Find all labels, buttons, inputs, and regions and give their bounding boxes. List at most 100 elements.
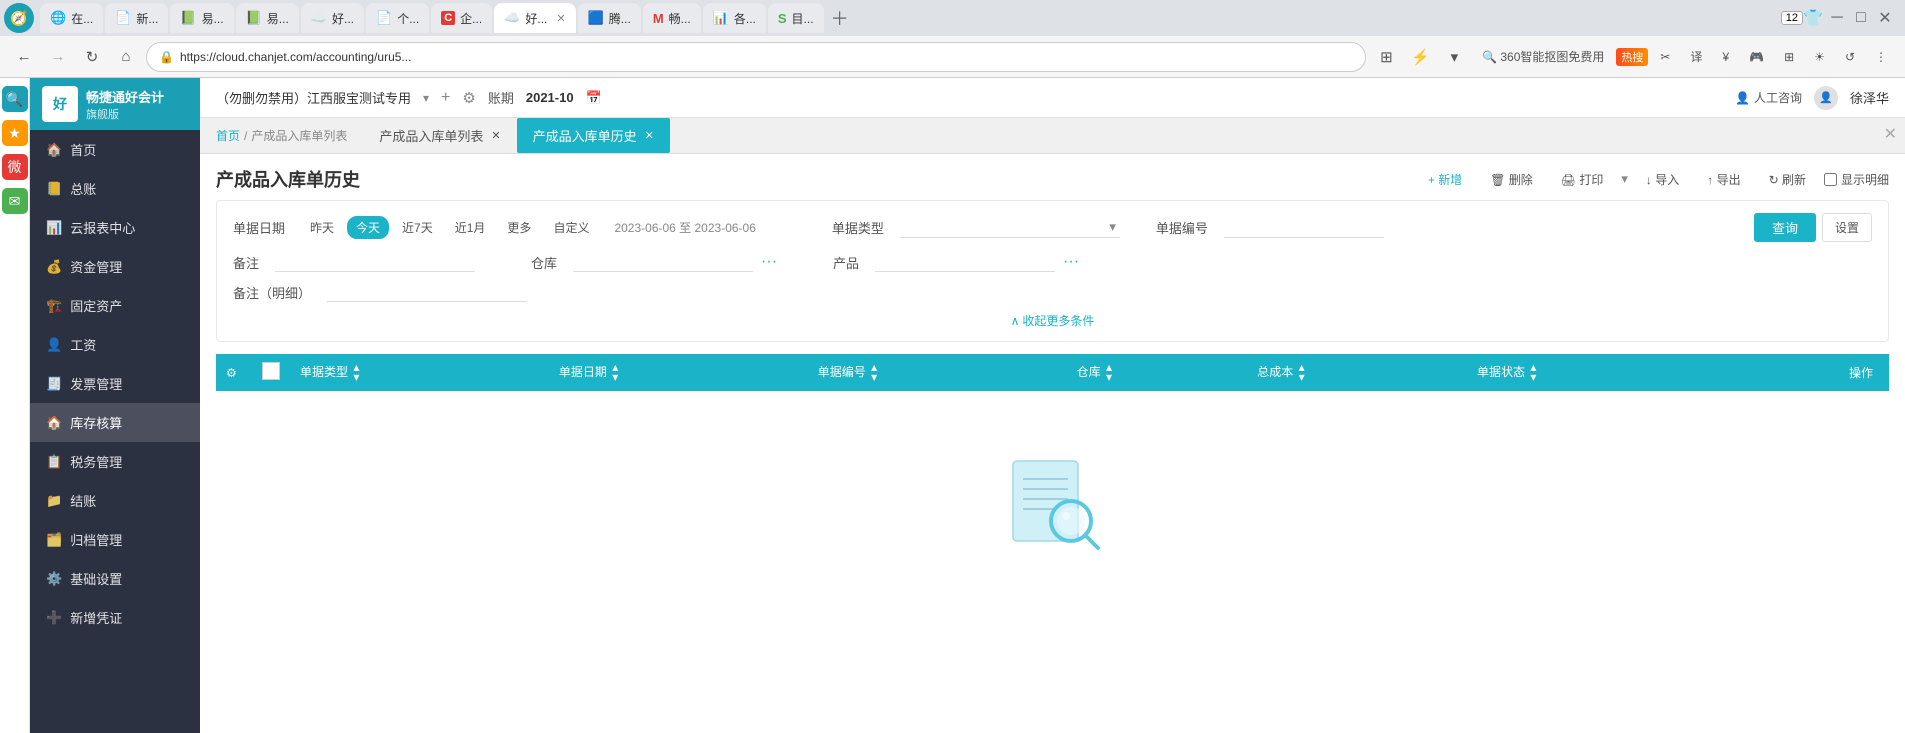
- browser-tab-10[interactable]: M 畅...: [643, 3, 701, 33]
- browser-tab-9[interactable]: 🟦 腾...: [578, 3, 641, 33]
- warehouse-dots[interactable]: ···: [761, 253, 777, 271]
- breadcrumb-home[interactable]: 首页: [216, 127, 240, 144]
- add-button[interactable]: + 新增: [1418, 167, 1472, 192]
- tab-list-close[interactable]: ✕: [491, 129, 500, 142]
- lightning-icon[interactable]: ⚡: [1406, 43, 1434, 71]
- close-panel-btn[interactable]: ✕: [1884, 124, 1897, 144]
- product-select[interactable]: ···: [875, 252, 1079, 272]
- col-voucher-date[interactable]: 单据日期 ▴▾: [549, 354, 808, 391]
- sidebar-item-tax[interactable]: 📋 税务管理: [30, 442, 200, 481]
- refresh-button[interactable]: ↻ 刷新: [1759, 167, 1816, 192]
- date-btn-today[interactable]: 今天: [347, 216, 389, 239]
- col-total-cost[interactable]: 总成本 ▴▾: [1247, 354, 1467, 391]
- browser-tab-4[interactable]: 📗 易...: [236, 3, 299, 33]
- calendar-icon[interactable]: 📅: [586, 90, 602, 106]
- warehouse-select[interactable]: ···: [573, 252, 777, 272]
- header-checkbox[interactable]: [262, 362, 280, 380]
- sidebar-item-assets[interactable]: 🏗️ 固定资产: [30, 286, 200, 325]
- show-detail-checkbox[interactable]: [1824, 173, 1837, 186]
- page-tab-history[interactable]: 产成品入库单历史 ✕: [517, 118, 670, 153]
- date-btn-more[interactable]: 更多: [498, 216, 540, 239]
- add-company-btn[interactable]: +: [441, 89, 450, 107]
- sidebar-item-newvoucher[interactable]: ➕ 新增凭证: [30, 598, 200, 637]
- col-status[interactable]: 单据状态 ▴▾: [1467, 354, 1726, 391]
- shirt-icon[interactable]: 👕: [1805, 10, 1821, 26]
- yuan-tool[interactable]: ¥: [1714, 47, 1737, 67]
- print-button[interactable]: 🖨 打印: [1551, 167, 1614, 192]
- avatar[interactable]: 👤: [1814, 86, 1838, 110]
- browser-tab-5[interactable]: ☁️ 好...: [301, 3, 364, 33]
- close-button[interactable]: ✕: [1877, 10, 1893, 26]
- col-voucher-no[interactable]: 单据编号 ▴▾: [808, 354, 1067, 391]
- apps-tool[interactable]: ⊞: [1776, 47, 1802, 67]
- left-icon-weibo[interactable]: 微: [2, 154, 28, 180]
- setting-button[interactable]: 设置: [1822, 213, 1872, 242]
- sidebar-item-basic[interactable]: ⚙️ 基础设置: [30, 559, 200, 598]
- export-button[interactable]: ↑ 导出: [1697, 167, 1750, 192]
- col-warehouse[interactable]: 仓库 ▴▾: [1067, 354, 1248, 391]
- note-input[interactable]: [275, 252, 475, 272]
- sidebar-item-ledger[interactable]: 📒 总账: [30, 169, 200, 208]
- col-voucher-type[interactable]: 单据类型 ▴▾: [290, 354, 549, 391]
- collapse-btn[interactable]: ∧ 收起更多条件: [1011, 312, 1095, 329]
- page-tab-list[interactable]: 产成品入库单列表 ✕: [363, 118, 516, 153]
- url-box[interactable]: 🔒 https://cloud.chanjet.com/accounting/u…: [146, 42, 1366, 72]
- date-btn-custom[interactable]: 自定义: [544, 216, 598, 239]
- refresh-button[interactable]: ↻: [78, 43, 106, 71]
- browser-nav-icon[interactable]: 🧭: [4, 3, 34, 33]
- import-button[interactable]: ↓ 导入: [1636, 167, 1689, 192]
- browser-tab-7[interactable]: C 企...: [431, 3, 492, 33]
- left-icon-mail[interactable]: ✉: [2, 188, 28, 214]
- product-dots[interactable]: ···: [1063, 253, 1079, 271]
- left-icon-star[interactable]: ★: [2, 120, 28, 146]
- tab-history-close[interactable]: ✕: [645, 129, 654, 142]
- browser-tab-12[interactable]: S 目...: [768, 3, 824, 33]
- grid-icon[interactable]: ⊞: [1372, 43, 1400, 71]
- user-service-btn[interactable]: 👤 人工咨询: [1735, 89, 1802, 106]
- sidebar-item-payroll[interactable]: 👤 工资: [30, 325, 200, 364]
- sidebar-item-home[interactable]: 🏠 首页: [30, 130, 200, 169]
- date-btn-1month[interactable]: 近1月: [446, 216, 495, 239]
- forward-button[interactable]: →: [44, 43, 72, 71]
- voucher-type-select[interactable]: ▾: [900, 217, 1120, 238]
- more-tool[interactable]: ⋮: [1867, 47, 1895, 67]
- browser-tab-11[interactable]: 📊 各...: [703, 3, 766, 33]
- settings-btn[interactable]: ⚙: [462, 89, 475, 107]
- search-tool-btn[interactable]: 🔍 360智能抠图免费用: [1474, 45, 1612, 68]
- company-dropdown[interactable]: ▾: [423, 91, 429, 105]
- scissors-tool[interactable]: ✂: [1652, 47, 1678, 67]
- browser-tab-1[interactable]: 🌐 在...: [40, 3, 103, 33]
- browser-tab-3[interactable]: 📗 易...: [170, 3, 233, 33]
- product-input[interactable]: [875, 252, 1055, 272]
- browser-tab-6[interactable]: 📄 个...: [366, 3, 429, 33]
- tab-close-8[interactable]: ✕: [556, 12, 565, 25]
- back-button[interactable]: ←: [10, 43, 38, 71]
- translate-tool[interactable]: 译: [1682, 45, 1710, 68]
- date-btn-7days[interactable]: 近7天: [393, 216, 442, 239]
- sidebar-item-archive[interactable]: 🗂️ 归档管理: [30, 520, 200, 559]
- voucher-no-input[interactable]: [1224, 218, 1384, 238]
- minimize-button[interactable]: ─: [1829, 10, 1845, 26]
- sidebar-item-reports[interactable]: 📊 云报表中心: [30, 208, 200, 247]
- search-button[interactable]: 查询: [1754, 213, 1816, 242]
- date-btn-yesterday[interactable]: 昨天: [301, 216, 343, 239]
- browser-tab-2[interactable]: 📄 新...: [105, 3, 168, 33]
- sidebar-item-funds[interactable]: 💰 资金管理: [30, 247, 200, 286]
- note-detail-input[interactable]: [327, 282, 527, 302]
- browser-tab-8[interactable]: ☁️ 好... ✕: [494, 3, 575, 33]
- sun-tool[interactable]: ☀: [1806, 47, 1833, 67]
- col-gear[interactable]: ⚙: [216, 354, 252, 391]
- home-button[interactable]: ⌂: [112, 43, 140, 71]
- sidebar-item-inventory[interactable]: 🏠 库存核算: [30, 403, 200, 442]
- left-icon-search[interactable]: 🔍: [2, 86, 28, 112]
- print-dropdown-icon[interactable]: ▾: [1621, 171, 1628, 187]
- new-tab-button[interactable]: ＋: [826, 4, 854, 32]
- game-tool[interactable]: 🎮: [1741, 47, 1772, 67]
- delete-button[interactable]: 🗑 删除: [1480, 167, 1543, 192]
- sidebar-item-invoice[interactable]: 🧾 发票管理: [30, 364, 200, 403]
- maximize-button[interactable]: □: [1853, 10, 1869, 26]
- warehouse-input[interactable]: [573, 252, 753, 272]
- chevron-down-icon[interactable]: ▾: [1440, 43, 1468, 71]
- undo-tool[interactable]: ↺: [1837, 47, 1863, 67]
- sidebar-item-closing[interactable]: 📁 结账: [30, 481, 200, 520]
